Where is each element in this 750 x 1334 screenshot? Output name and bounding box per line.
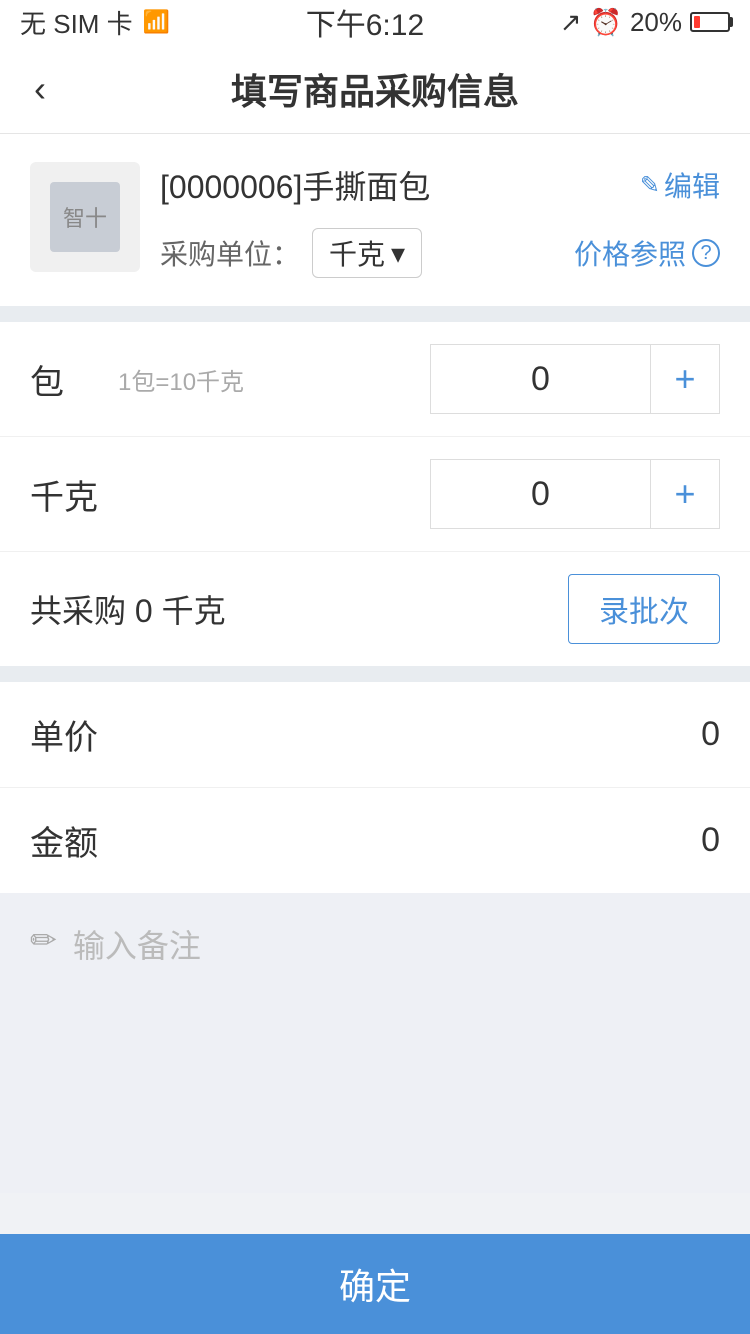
bao-plus-button[interactable]: + xyxy=(650,344,720,414)
amount-label: 金额 xyxy=(30,816,98,865)
section-divider-1 xyxy=(0,306,750,322)
status-time: 下午6:12 xyxy=(306,0,424,44)
battery-percent: 20% xyxy=(630,7,682,38)
amount-value: 0 xyxy=(701,821,720,860)
nav-bar: ‹ 填写商品采购信息 xyxy=(0,44,750,134)
unit-select[interactable]: 千克 ▾ xyxy=(312,228,422,278)
bao-input-right: + xyxy=(430,344,720,414)
price-ref-button[interactable]: 价格参照 ? xyxy=(574,233,720,273)
amount-row: 金额 0 xyxy=(0,788,750,893)
confirm-button[interactable]: 确定 xyxy=(0,1234,750,1334)
edit-button[interactable]: ✎ 编辑 xyxy=(640,165,720,205)
unit-price-label: 单价 xyxy=(30,710,98,759)
status-right: ↗ ⏰ 20% xyxy=(560,7,730,38)
page-title: 填写商品采购信息 xyxy=(231,63,519,115)
unit-value: 千克 xyxy=(329,233,385,273)
product-logo-text: 智十 xyxy=(63,201,107,233)
battery-fill xyxy=(694,16,700,28)
kg-label: 千克 xyxy=(30,470,110,519)
price-section: 单价 0 金额 0 xyxy=(0,682,750,893)
product-name: [0000006]手撕面包 xyxy=(160,162,430,208)
back-button[interactable]: ‹ xyxy=(24,58,56,120)
bao-input-row: 包 1包=10千克 + xyxy=(0,322,750,437)
remark-section[interactable]: ✏ 输入备注 xyxy=(0,893,750,1193)
bottom-bar: 确定 xyxy=(0,1234,750,1334)
status-left: 无 SIM 卡 📶 xyxy=(20,4,170,41)
unit-price-value: 0 xyxy=(701,715,720,754)
edit-label: 编辑 xyxy=(664,165,720,205)
battery-icon xyxy=(690,12,730,32)
kg-input-row: 千克 + xyxy=(0,437,750,552)
info-icon: ? xyxy=(692,239,720,267)
status-bar: 无 SIM 卡 📶 下午6:12 ↗ ⏰ 20% xyxy=(0,0,750,44)
location-icon: ↗ xyxy=(560,7,582,38)
batch-button[interactable]: 录批次 xyxy=(568,574,720,644)
alarm-icon: ⏰ xyxy=(590,7,622,38)
pencil-icon: ✏ xyxy=(30,921,57,959)
battery-tip xyxy=(730,17,733,27)
section-divider-2 xyxy=(0,666,750,682)
price-ref-label: 价格参照 xyxy=(574,233,686,273)
bao-sublabel: 1包=10千克 xyxy=(118,362,430,397)
product-card: 智十 [0000006]手撕面包 ✎ 编辑 采购单位： 千克 ▾ 价格参照 ? xyxy=(0,134,750,306)
unit-price-row: 单价 0 xyxy=(0,682,750,788)
bao-input[interactable] xyxy=(430,344,650,414)
product-unit-row: 采购单位： 千克 ▾ 价格参照 ? xyxy=(160,228,720,278)
kg-input-right: + xyxy=(430,459,720,529)
dropdown-icon: ▾ xyxy=(391,237,405,270)
product-info: [0000006]手撕面包 ✎ 编辑 采购单位： 千克 ▾ 价格参照 ? xyxy=(160,162,720,278)
sim-label: 无 SIM 卡 xyxy=(20,4,133,41)
summary-row: 共采购 0 千克 录批次 xyxy=(0,552,750,666)
product-thumbnail: 智十 xyxy=(50,182,120,252)
edit-icon: ✎ xyxy=(640,171,660,200)
summary-text: 共采购 0 千克 xyxy=(30,586,226,632)
product-name-row: [0000006]手撕面包 ✎ 编辑 xyxy=(160,162,720,208)
product-image: 智十 xyxy=(30,162,140,272)
wifi-icon: 📶 xyxy=(143,9,170,35)
kg-input[interactable] xyxy=(430,459,650,529)
unit-label: 采购单位： xyxy=(160,233,300,273)
remark-placeholder: 输入备注 xyxy=(73,921,201,967)
kg-plus-button[interactable]: + xyxy=(650,459,720,529)
bao-label: 包 xyxy=(30,355,110,404)
input-section: 包 1包=10千克 + 千克 + xyxy=(0,322,750,552)
